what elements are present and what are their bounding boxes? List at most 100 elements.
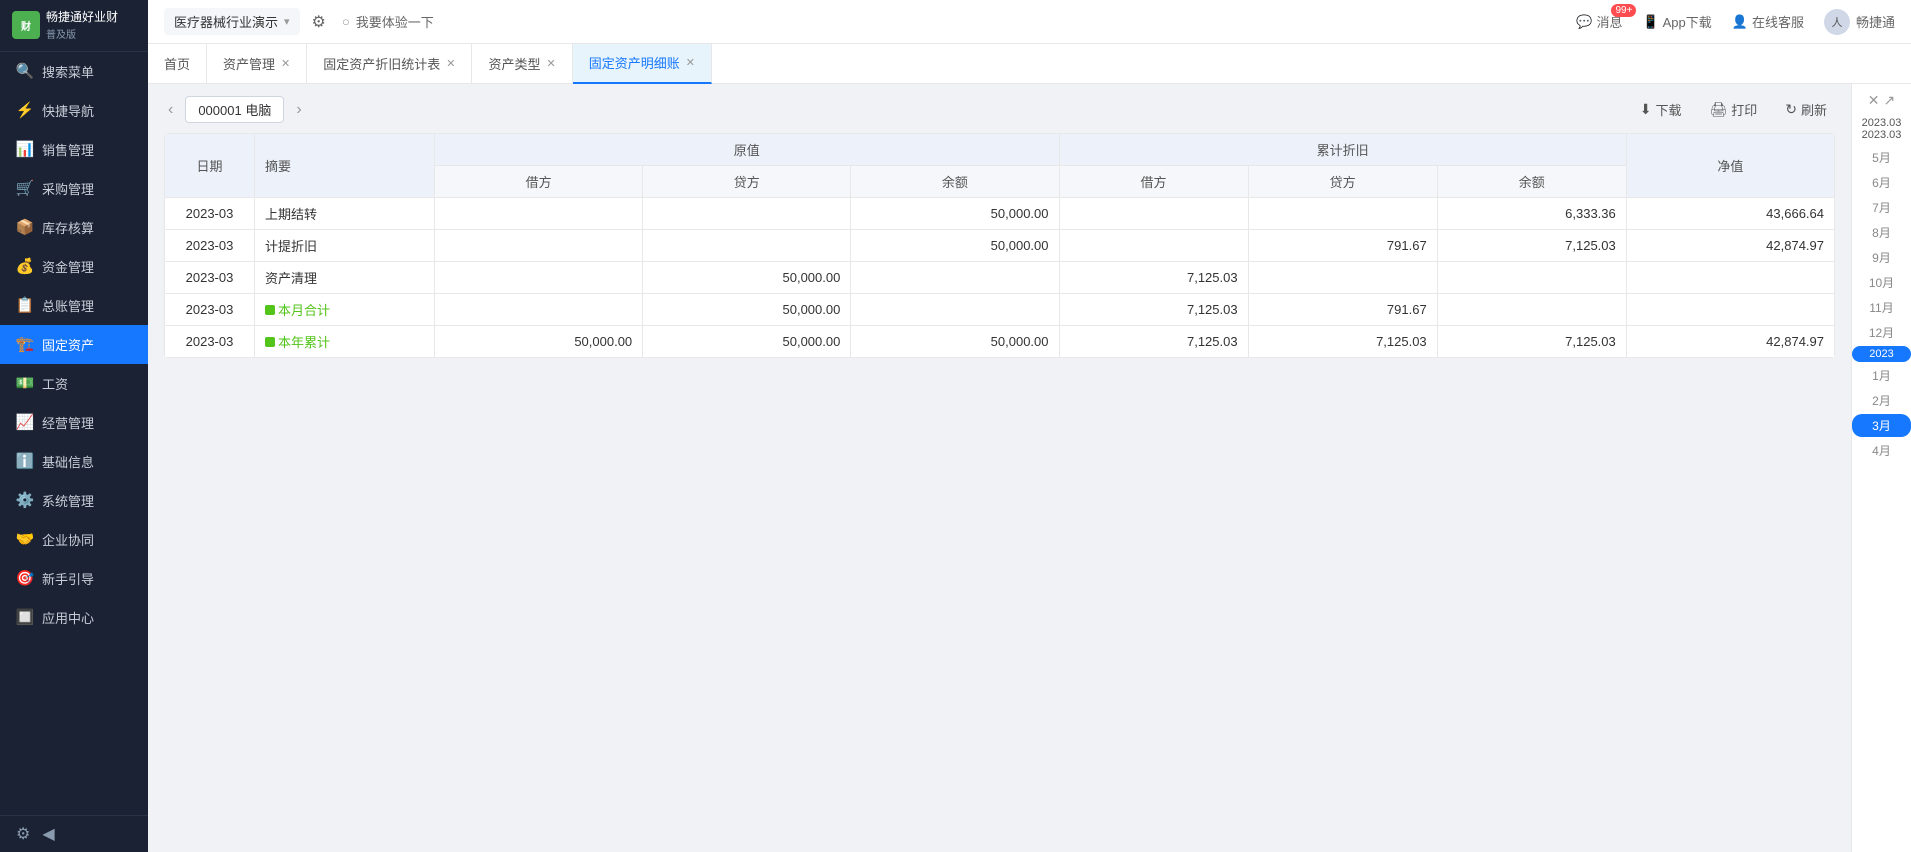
sidebar-label-collab: 企业协同 [42, 530, 94, 549]
cell-dep-credit-2 [1248, 262, 1437, 294]
print-button[interactable]: 🖨 打印 [1701, 96, 1765, 123]
sidebar-label-capital: 资金管理 [42, 257, 94, 276]
asset-tag: 000001 电脑 [185, 96, 284, 123]
sidebar-item-basic[interactable]: ℹ️基础信息 [0, 442, 148, 481]
col-header-dep-credit: 贷方 [1248, 166, 1437, 198]
topbar-settings-icon[interactable]: ⚙ [312, 12, 326, 32]
cell-dep-balance-1: 7,125.03 [1437, 230, 1626, 262]
app-download-button[interactable]: 📱 App下载 [1642, 12, 1711, 31]
topbar: 医疗器械行业演示 ▾ ⚙ ○ 我要体验一下 💬 消息 99+ 📱 App下载 👤… [148, 0, 1911, 44]
sidebar-item-nav[interactable]: ⚡快捷导航 [0, 91, 148, 130]
download-label: 下载 [1655, 100, 1681, 119]
timeline-close-button[interactable]: ✕ [1868, 92, 1880, 109]
timeline-year-badge[interactable]: 2023 [1852, 346, 1911, 362]
cell-orig-balance-0: 50,000.00 [851, 198, 1059, 230]
trial-experience[interactable]: ○ 我要体验一下 [342, 12, 434, 31]
prev-asset-button[interactable]: ‹ [164, 99, 177, 121]
fixed-icon: 🏗️ [16, 335, 34, 353]
sidebar-item-system[interactable]: ⚙️系统管理 [0, 481, 148, 520]
timeline-month-prev-9月[interactable]: 9月 [1852, 246, 1911, 269]
next-asset-button[interactable]: › [292, 99, 305, 121]
sidebar-item-sales[interactable]: 📊销售管理 [0, 130, 148, 169]
app-download-icon: 📱 [1642, 14, 1658, 30]
settings-icon[interactable]: ⚙ [16, 824, 30, 844]
cell-dep-credit-0 [1248, 198, 1437, 230]
sidebar-item-purchase[interactable]: 🛒采购管理 [0, 169, 148, 208]
tab-label-asset_mgmt: 资产管理 [223, 54, 275, 73]
tab-home[interactable]: 首页 [148, 44, 207, 84]
sidebar-item-fixed[interactable]: 🏗️固定资产 [0, 325, 148, 364]
timeline-month-prev-6月[interactable]: 6月 [1852, 171, 1911, 194]
cell-orig-debit-2 [435, 262, 643, 294]
tab-close-asset_type[interactable]: ✕ [547, 57, 556, 70]
apps-icon: 🔲 [16, 608, 34, 626]
timeline-month-prev-7月[interactable]: 7月 [1852, 196, 1911, 219]
tab-close-detail[interactable]: ✕ [686, 56, 695, 69]
cell-dep-debit-4: 7,125.03 [1059, 326, 1248, 358]
timeline-month-1月[interactable]: 1月 [1852, 364, 1911, 387]
cell-dep-debit-3: 7,125.03 [1059, 294, 1248, 326]
message-badge: 99+ [1611, 4, 1636, 17]
refresh-button[interactable]: ↻ 刷新 [1777, 96, 1835, 123]
sidebar-item-collab[interactable]: 🤝企业协同 [0, 520, 148, 559]
col-header-dep-debit: 借方 [1059, 166, 1248, 198]
timeline-month-3月[interactable]: 3月 [1852, 414, 1911, 437]
sidebar-item-capital[interactable]: 💰 资金管理 [0, 247, 148, 286]
tab-asset_type[interactable]: 资产类型✕ [472, 44, 572, 84]
timeline-header1: 2023.03 [1862, 117, 1902, 129]
col-header-memo: 摘要 [255, 134, 435, 198]
content-area: ‹ 000001 电脑 › ⬇ 下载 🖨 打印 ↻ 刷新 [148, 84, 1911, 852]
sidebar-item-apps[interactable]: 🔲应用中心 [0, 598, 148, 637]
tab-asset_mgmt[interactable]: 资产管理 ✕ [207, 44, 307, 84]
sidebar-item-search[interactable]: 🔍 搜索菜单 [0, 52, 148, 91]
tab-close-asset_mgmt[interactable]: ✕ [281, 57, 290, 70]
sidebar-item-guide[interactable]: 🎯新手引导 [0, 559, 148, 598]
sidebar-label-search: 搜索菜单 [42, 62, 94, 81]
cell-net-1: 42,874.97 [1626, 230, 1834, 262]
user-profile[interactable]: 人 畅捷通 [1824, 9, 1895, 35]
capital-icon: 💰 [16, 257, 34, 275]
timeline-month-2月[interactable]: 2月 [1852, 389, 1911, 412]
timeline-month-prev-11月[interactable]: 11月 [1852, 296, 1911, 319]
message-button[interactable]: 💬 消息 99+ [1576, 12, 1622, 31]
cell-dep-credit-3: 791.67 [1248, 294, 1437, 326]
download-button[interactable]: ⬇ 下载 [1632, 96, 1690, 123]
sidebar-label-basic: 基础信息 [42, 452, 94, 471]
cell-net-3 [1626, 294, 1834, 326]
sidebar-item-salary[interactable]: 💵工资 [0, 364, 148, 403]
salary-icon: 💵 [16, 374, 34, 392]
col-header-dep-balance: 余额 [1437, 166, 1626, 198]
cell-memo-1: 计提折旧 [255, 230, 435, 262]
sidebar-item-ledger[interactable]: 📋总账管理 [0, 286, 148, 325]
message-icon: 💬 [1576, 14, 1592, 30]
timeline-expand-button[interactable]: ↗ [1884, 92, 1896, 113]
cell-date-0: 2023-03 [165, 198, 255, 230]
tab-detail[interactable]: 固定资产明细账✕ [573, 44, 712, 84]
cell-dep-debit-1 [1059, 230, 1248, 262]
timeline-month-prev-8月[interactable]: 8月 [1852, 221, 1911, 244]
sidebar-logo: 财 畅捷通好业财 普及版 [0, 0, 148, 52]
tab-close-depreciation[interactable]: ✕ [446, 57, 455, 70]
table-row: 2023-03 计提折旧 50,000.00 791.67 7,125.03 4… [165, 230, 1835, 262]
trial-icon: ○ [342, 14, 350, 29]
cell-dep-balance-3 [1437, 294, 1626, 326]
company-selector[interactable]: 医疗器械行业演示 ▾ [164, 8, 300, 35]
collapse-icon[interactable]: ◀ [42, 824, 54, 844]
print-icon: 🖨 [1709, 101, 1727, 118]
cell-date-4: 2023-03 [165, 326, 255, 358]
sidebar-item-operation[interactable]: 📈经营管理 [0, 403, 148, 442]
timeline-month-prev-10月[interactable]: 10月 [1852, 271, 1911, 294]
online-service-button[interactable]: 👤 在线客服 [1732, 12, 1804, 31]
cell-dep-balance-4: 7,125.03 [1437, 326, 1626, 358]
timeline-month-prev-12月[interactable]: 12月 [1852, 321, 1911, 344]
tab-depreciation[interactable]: 固定资产折旧统计表✕ [307, 44, 472, 84]
cell-net-2 [1626, 262, 1834, 294]
timeline-month-4月[interactable]: 4月 [1852, 439, 1911, 462]
topbar-right: 💬 消息 99+ 📱 App下载 👤 在线客服 人 畅捷通 [1576, 9, 1895, 35]
service-label: 在线客服 [1752, 12, 1804, 31]
search-icon: 🔍 [16, 62, 34, 80]
timeline-header2: 2023.03 [1862, 129, 1902, 141]
sidebar-item-inventory[interactable]: 📦库存核算 [0, 208, 148, 247]
timeline-month-prev-5月[interactable]: 5月 [1852, 146, 1911, 169]
col-header-net-value: 净值 [1626, 134, 1834, 198]
